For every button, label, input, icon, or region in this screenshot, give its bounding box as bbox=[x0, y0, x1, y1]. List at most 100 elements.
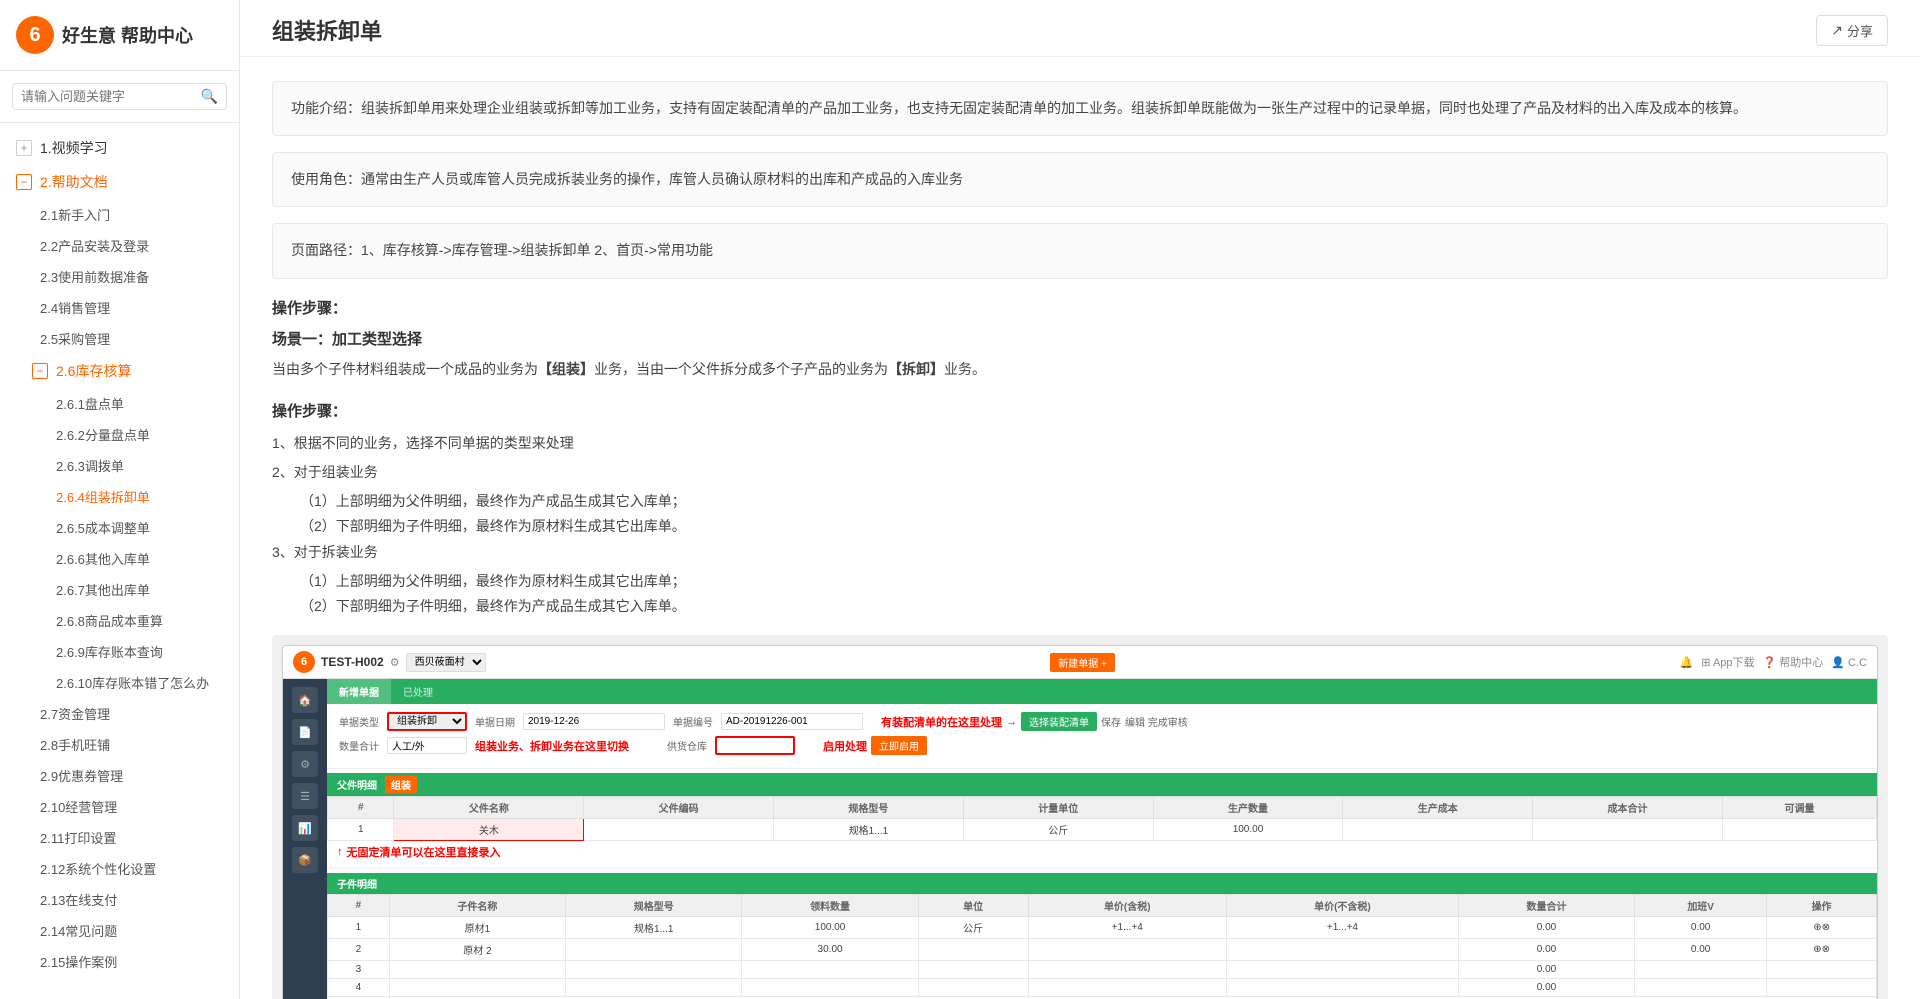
scene1-desc: 当由多个子件材料组装成一个成品的业务为【组装】业务，当由一个父件拆分成多个子产品… bbox=[272, 357, 1888, 382]
sim-tab-processed[interactable]: 已处理 bbox=[391, 679, 445, 704]
sim-nav-doc[interactable]: 📄 bbox=[292, 719, 318, 745]
sim-bell-icon: 🔔 bbox=[1680, 656, 1694, 669]
search-area: 🔍 bbox=[0, 71, 239, 123]
sim-enable-btn[interactable]: 立即启用 bbox=[871, 736, 927, 755]
step3: 3、对于拆装业务 bbox=[272, 540, 1888, 565]
sidebar-item-261[interactable]: 2.6.1盘点单 bbox=[0, 388, 239, 419]
sidebar-item-28[interactable]: 2.8手机旺铺 bbox=[0, 729, 239, 760]
sidebar-sub-2: 2.1新手入门 2.2产品安装及登录 2.3使用前数据准备 2.4销售管理 2.… bbox=[0, 199, 239, 977]
sim-upper-row-1: 1 关木 规格1...1 公斤 100.00 bbox=[328, 819, 1877, 841]
sidebar-item-25[interactable]: 2.5采购管理 bbox=[0, 323, 239, 354]
sim-topbar: 6 TEST-H002 ⚙ 西贝莜面村 新建单据 + 🔔 ⊞ App下载 ❓ 帮… bbox=[283, 646, 1877, 679]
sim-nav-chart[interactable]: 📊 bbox=[292, 815, 318, 841]
sim-nav-settings[interactable]: ⚙ bbox=[292, 751, 318, 777]
sidebar-item-263[interactable]: 2.6.3调拨单 bbox=[0, 450, 239, 481]
sim-nav-list[interactable]: ☰ bbox=[292, 783, 318, 809]
sidebar-item-2610[interactable]: 2.6.10库存账本错了怎么办 bbox=[0, 667, 239, 698]
sim-form-row1: 单据类型 组装拆卸 单据日期 单据编号 有装配清单的在这里 bbox=[339, 712, 1865, 731]
sim-addnew-button[interactable]: 新建单据 + bbox=[1050, 653, 1115, 672]
sim-upper-th-code: 父件编码 bbox=[584, 797, 774, 819]
sim-warehouse-label: 供货仓库 bbox=[667, 738, 707, 753]
sim-upper-th-name: 父件名称 bbox=[394, 797, 584, 819]
share-button[interactable]: ↗ 分享 bbox=[1816, 15, 1888, 46]
sidebar-item-215[interactable]: 2.15操作案例 bbox=[0, 946, 239, 977]
sim-date-label: 单据日期 bbox=[475, 714, 515, 729]
sidebar-item-212[interactable]: 2.12系统个性化设置 bbox=[0, 853, 239, 884]
sidebar-item-211[interactable]: 2.11打印设置 bbox=[0, 822, 239, 853]
sim-icons-row: 🔔 ⊞ App下载 ❓ 帮助中心 👤 C.C bbox=[1680, 654, 1867, 670]
sim-date-input[interactable] bbox=[523, 713, 665, 730]
sidebar-item-269[interactable]: 2.6.9库存账本查询 bbox=[0, 636, 239, 667]
sim-tab-new[interactable]: 新增单据 bbox=[327, 679, 391, 704]
sim-warehouse-input[interactable] bbox=[715, 736, 795, 755]
screenshot-container: 6 TEST-H002 ⚙ 西贝莜面村 新建单据 + 🔔 ⊞ App下载 ❓ 帮… bbox=[272, 635, 1888, 999]
sidebar-item-265[interactable]: 2.6.5成本调整单 bbox=[0, 512, 239, 543]
sidebar-item-22[interactable]: 2.2产品安装及登录 bbox=[0, 230, 239, 261]
sidebar-item-268[interactable]: 2.6.8商品成本重算 bbox=[0, 605, 239, 636]
annotation-area3: 启用处理 立即启用 bbox=[823, 736, 927, 755]
sidebar-item-264[interactable]: 2.6.4组装拆卸单 bbox=[0, 481, 239, 512]
arrow-icon1: → bbox=[1006, 716, 1017, 728]
sim-save-label: 保存 bbox=[1101, 714, 1121, 729]
sidebar-item-26[interactable]: − 2.6库存核算 2.6.1盘点单 2.6.2分量盘点单 2.6.3调拨单 2… bbox=[0, 354, 239, 698]
sim-upper-th-totalcost: 成本合计 bbox=[1533, 797, 1723, 819]
top-bar: 组装拆卸单 ↗ 分享 bbox=[240, 0, 1920, 57]
sidebar-item-21[interactable]: 2.1新手入门 bbox=[0, 199, 239, 230]
sim-upper-th-unit: 计量单位 bbox=[963, 797, 1153, 819]
sidebar-item-210[interactable]: 2.10经营管理 bbox=[0, 791, 239, 822]
sim-lower-section-header: 子件明细 bbox=[327, 873, 1877, 894]
sidebar: 6 好生意 帮助中心 🔍 + 1.视频学习 − 2.帮助文档 2.1新手入门 2… bbox=[0, 0, 240, 999]
app-logo: 6 bbox=[16, 16, 54, 54]
ops-steps-title: 操作步骤： bbox=[272, 400, 1888, 421]
sim-lower-th-total: 数量合计 bbox=[1458, 895, 1634, 917]
sim-lower-row-2: 2 原材 2 30.00 0.00 0.00 bbox=[328, 939, 1877, 961]
step1: 1、根据不同的业务，选择不同单据的类型来处理 bbox=[272, 431, 1888, 456]
sim-upper-header-text: 父件明细 bbox=[337, 777, 377, 792]
sim-code-input[interactable] bbox=[721, 713, 863, 730]
sidebar-item-213[interactable]: 2.13在线支付 bbox=[0, 884, 239, 915]
sidebar-item-24[interactable]: 2.4销售管理 bbox=[0, 292, 239, 323]
sim-type-select[interactable]: 组装拆卸 bbox=[387, 712, 467, 731]
sim-upper-section-header: 父件明细 组装 bbox=[327, 773, 1877, 796]
sim-upper-cell-no-1: 1 bbox=[328, 819, 394, 841]
annotation-text2: 组装业务、拆卸业务在这里切换 bbox=[475, 738, 629, 754]
sidebar-item-23[interactable]: 2.3使用前数据准备 bbox=[0, 261, 239, 292]
sidebar-item-267[interactable]: 2.6.7其他出库单 bbox=[0, 574, 239, 605]
sim-lower-th-no: # bbox=[328, 895, 390, 917]
sim-upper-cell-code-1 bbox=[584, 819, 774, 841]
sim-upper-th-cost: 生产成本 bbox=[1343, 797, 1533, 819]
sim-upper-cell-qty-1: 100.00 bbox=[1153, 819, 1343, 841]
sim-lower-th-price1: 单价(含税) bbox=[1028, 895, 1227, 917]
sim-lower-header-text: 子件明细 bbox=[337, 880, 377, 891]
annotation-area4: ↑ 无固定清单可以在这里直接录入 bbox=[327, 841, 1877, 863]
sidebar-item-1[interactable]: + 1.视频学习 bbox=[0, 131, 239, 165]
sim-code-label: 单据编号 bbox=[673, 714, 713, 729]
sim-nav-box[interactable]: 📦 bbox=[292, 847, 318, 873]
search-input[interactable] bbox=[21, 89, 201, 104]
sidebar-item-266[interactable]: 2.6.6其他入库单 bbox=[0, 543, 239, 574]
search-box[interactable]: 🔍 bbox=[12, 83, 227, 110]
sim-lower-th-price2: 单价(不含税) bbox=[1227, 895, 1459, 917]
sidebar-item-29[interactable]: 2.9优惠券管理 bbox=[0, 760, 239, 791]
sim-screenshot: 6 TEST-H002 ⚙ 西贝莜面村 新建单据 + 🔔 ⊞ App下载 ❓ 帮… bbox=[282, 645, 1878, 999]
sim-nav-home[interactable]: 🏠 bbox=[292, 687, 318, 713]
sidebar-item-2[interactable]: − 2.帮助文档 2.1新手入门 2.2产品安装及登录 2.3使用前数据准备 2… bbox=[0, 165, 239, 977]
sim-body: 🏠 📄 ⚙ ☰ 📊 📦 新增单据 已处理 bbox=[283, 679, 1877, 999]
sim-type-label: 单据类型 bbox=[339, 714, 379, 729]
path-text: 页面路径：1、库存核算->库存管理->组装拆卸单 2、首页->常用功能 bbox=[291, 242, 713, 258]
sim-type-badge: 组装 bbox=[385, 776, 417, 793]
sim-lower-row-1: 1 原材1 规格1...1 100.00 公斤 +1...+4 +1...+4 … bbox=[328, 917, 1877, 939]
sim-confirm-btn[interactable]: 选择装配清单 bbox=[1021, 712, 1097, 731]
sim-org-select[interactable]: 西贝莜面村 bbox=[406, 653, 486, 672]
sim-qty-input[interactable] bbox=[387, 737, 467, 754]
share-icon: ↗ bbox=[1831, 22, 1843, 39]
sim-lower-row-4: 4 0.00 bbox=[328, 979, 1877, 997]
sidebar-item-214[interactable]: 2.14常见问题 bbox=[0, 915, 239, 946]
sim-upper-cell-spec-1: 规格1...1 bbox=[774, 819, 964, 841]
sidebar-item-262[interactable]: 2.6.2分量盘点单 bbox=[0, 419, 239, 450]
step3-sub2: （2）下部明细为子件明细，最终作为产成品生成其它入库单。 bbox=[272, 594, 1888, 619]
search-icon[interactable]: 🔍 bbox=[201, 88, 218, 105]
sim-upper-th-no: # bbox=[328, 797, 394, 819]
annotation-area2: 组装业务、拆卸业务在这里切换 bbox=[475, 738, 629, 754]
sidebar-item-27[interactable]: 2.7资金管理 bbox=[0, 698, 239, 729]
